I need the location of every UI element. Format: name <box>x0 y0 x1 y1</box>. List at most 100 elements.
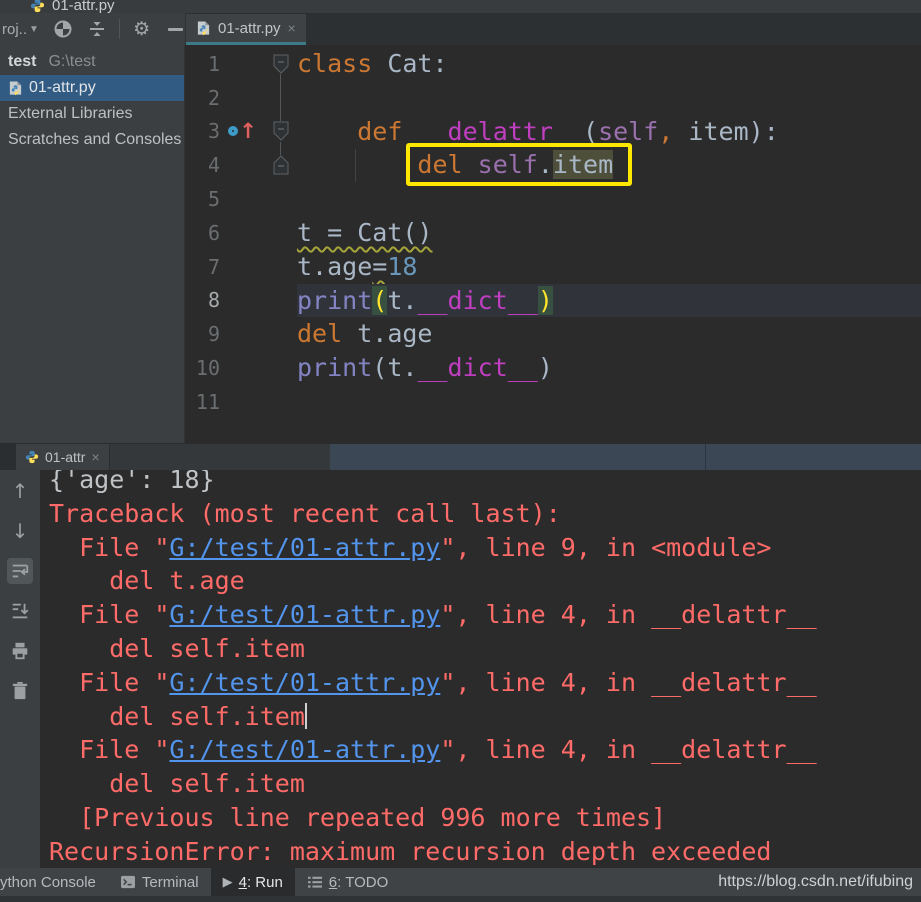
project-root-path: G:\test <box>48 53 96 70</box>
file-link[interactable]: G:/test/01-attr.py <box>169 735 440 764</box>
console-toolbar-band <box>330 444 921 470</box>
line-number[interactable]: 9 <box>185 322 220 346</box>
console-line: File "G:/test/01-attr.py", line 9, in <m… <box>49 531 921 565</box>
line-number[interactable]: 4 <box>185 153 220 177</box>
console-text: File " <box>49 532 170 562</box>
project-root-row[interactable]: test G:\test <box>0 49 184 75</box>
console-line: File "G:/test/01-attr.py", line 4, in __… <box>49 598 921 632</box>
editor-line-5[interactable]: 5 <box>185 182 921 216</box>
file-link[interactable]: G:/test/01-attr.py <box>169 668 440 697</box>
line-number[interactable]: 6 <box>185 221 220 245</box>
project-item-scratches[interactable]: Scratches and Consoles <box>0 127 184 153</box>
scroll-to-end-icon[interactable] <box>7 598 33 624</box>
override-method-icon[interactable] <box>228 126 239 137</box>
code-token: t = Cat() <box>297 217 433 247</box>
line-number[interactable]: 2 <box>185 86 220 110</box>
code-text: print(t.__dict__) <box>297 351 921 385</box>
fold-column <box>265 121 297 142</box>
console-line: del self.item <box>49 632 921 666</box>
soft-wrap-icon[interactable] <box>7 558 33 584</box>
toolbar-divider <box>118 19 120 39</box>
editor-line-9[interactable]: 9 del t.age <box>185 317 921 351</box>
fold-marker-icon[interactable] <box>273 54 289 74</box>
todo-list-icon <box>307 876 322 888</box>
editor-line-11[interactable]: 11 <box>185 385 921 419</box>
code-text: t.age=18 <box>297 250 921 284</box>
code-token: t.age <box>357 319 433 349</box>
code-token: __dict__ <box>417 353 538 383</box>
gutter-icon-area: ↑ <box>220 120 265 142</box>
editor-tab-label: 01-attr.py <box>218 19 281 37</box>
code-token: 18 <box>387 251 418 281</box>
locate-file-icon[interactable] <box>53 18 73 40</box>
editor-line-7[interactable]: 7 t.age=18 <box>185 250 921 284</box>
up-the-stack-trace-icon[interactable]: ↑ <box>7 478 33 504</box>
python-file-icon <box>9 81 22 96</box>
clear-all-trash-icon[interactable] <box>7 678 33 704</box>
statusbar-todo[interactable]: 6: TODO <box>295 868 400 896</box>
console-line: File "G:/test/01-attr.py", line 4, in __… <box>49 666 921 700</box>
code-token: ( <box>583 116 599 146</box>
close-tab-icon[interactable]: × <box>91 449 99 465</box>
fold-marker-icon[interactable] <box>273 155 289 175</box>
code-token: self <box>598 116 659 146</box>
console-line: RecursionError: maximum recursion depth … <box>49 835 921 868</box>
code-text: del self.item <box>297 143 921 187</box>
settings-gear-icon[interactable]: ⚙ <box>132 18 152 40</box>
project-root-name: test <box>8 53 37 70</box>
editor-line-10[interactable]: 10 print(t.__dict__) <box>185 351 921 385</box>
project-selector-dropdown[interactable]: roj.. ▼ <box>2 21 39 38</box>
project-item-external-libraries[interactable]: External Libraries <box>0 101 184 127</box>
indent-guide-line <box>355 149 356 182</box>
console-text: ", line 9, in <module> <box>440 532 772 562</box>
console-output[interactable]: {'age': 18} Traceback (most recent call l… <box>40 470 921 868</box>
console-text: [Previous line repeated 996 more times] <box>49 802 667 832</box>
close-tab-icon[interactable]: × <box>288 20 296 36</box>
editor-tab-01-attr-py[interactable]: 01-attr.py × <box>186 14 306 45</box>
editor-line-1[interactable]: 1 class Cat: <box>185 47 921 81</box>
print-icon[interactable] <box>7 638 33 664</box>
statusbar-python-console[interactable]: ython Console <box>0 868 108 896</box>
code-token: class <box>297 49 388 78</box>
fold-column <box>265 54 297 74</box>
line-number[interactable]: 10 <box>185 356 220 380</box>
console-toolbar: ↑ ↓ <box>0 470 40 868</box>
code-token: ) <box>537 285 553 315</box>
fold-connector-line <box>280 142 281 155</box>
run-console: ↑ ↓ {'age': 18} Traceback (most recent ca… <box>0 470 921 868</box>
file-link[interactable]: G:/test/01-attr.py <box>169 533 440 562</box>
line-number[interactable]: 1 <box>185 52 220 76</box>
code-token: __dict__ <box>417 285 538 315</box>
code-token: ( <box>372 285 388 315</box>
navigation-toolbar: roj.. ▼ ⚙ <box>0 13 185 45</box>
hide-panel-icon[interactable] <box>165 18 185 40</box>
fold-marker-icon[interactable] <box>273 121 289 142</box>
line-number[interactable]: 3 <box>185 119 220 143</box>
line-number[interactable]: 8 <box>185 288 220 312</box>
code-editor[interactable]: 1 class Cat: 2 3 ↑ def __delattr__(self, ite… <box>185 45 921 443</box>
code-text: del t.age <box>297 317 921 351</box>
down-the-stack-trace-icon[interactable]: ↓ <box>7 518 33 544</box>
editor-line-8[interactable]: 8 print(t.__dict__) <box>185 283 921 318</box>
project-item-label: Scratches and Consoles <box>8 131 182 148</box>
editor-line-6[interactable]: 6 t = Cat() <box>185 216 921 250</box>
statusbar-run[interactable]: ▶ 4: Run <box>210 868 295 896</box>
file-link[interactable]: G:/test/01-attr.py <box>169 600 440 629</box>
line-number[interactable]: 5 <box>185 187 220 211</box>
code-token: del <box>417 150 478 180</box>
editor-line-2[interactable]: 2 <box>185 81 921 115</box>
project-item-label: 01-attr.py <box>29 79 96 96</box>
python-file-icon <box>197 21 210 36</box>
console-tab-01-attr[interactable]: 01-attr × <box>16 444 109 470</box>
line-number[interactable]: 11 <box>185 390 220 414</box>
editor-line-4[interactable]: 4 del self.item <box>185 143 921 187</box>
console-line: Traceback (most recent call last): <box>49 497 921 531</box>
code-token: ) <box>537 353 553 383</box>
console-text: del self.item <box>49 769 305 799</box>
line-number[interactable]: 7 <box>185 255 220 279</box>
statusbar-terminal[interactable]: Terminal <box>108 868 211 896</box>
project-item-01-attr-py[interactable]: 01-attr.py <box>0 75 184 101</box>
collapse-all-icon[interactable] <box>87 18 107 40</box>
fold-column <box>265 155 297 175</box>
